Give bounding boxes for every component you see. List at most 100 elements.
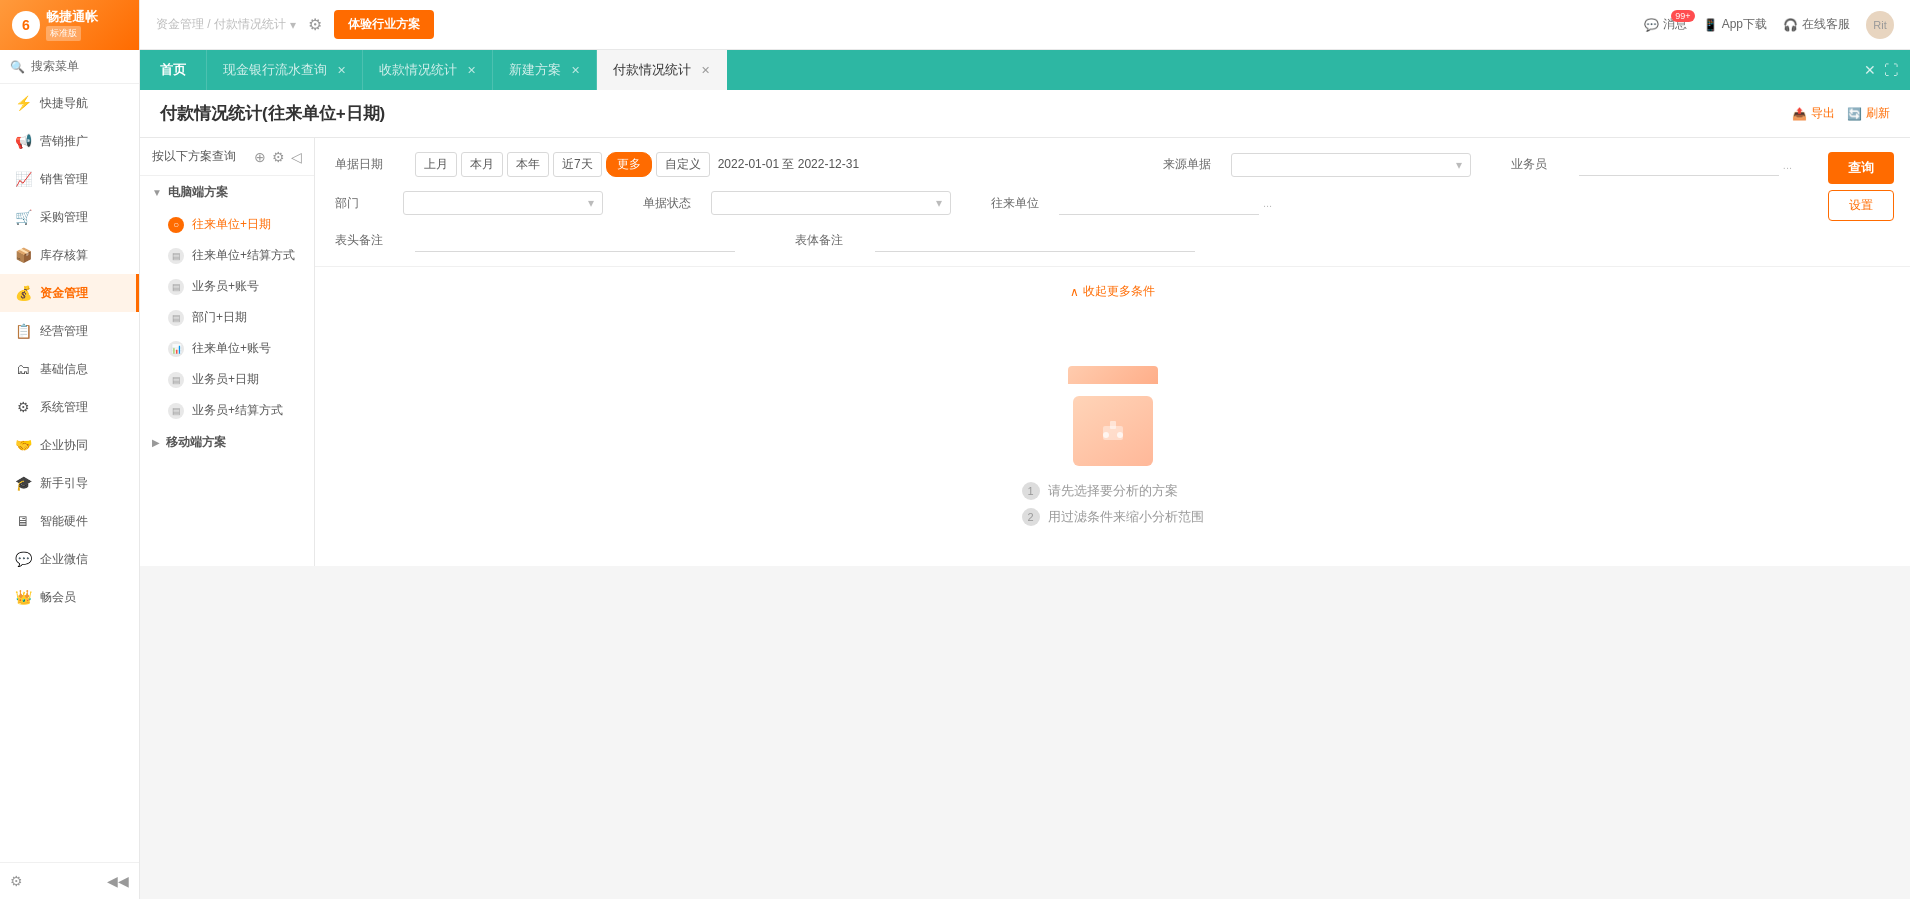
date-btn-custom[interactable]: 自定义 [656, 152, 710, 177]
partner-input-group: ... [1059, 192, 1272, 215]
scheme-item-salesperson-date[interactable]: ▤ 业务员+日期 [140, 364, 314, 395]
scheme-category-desktop[interactable]: ▼ 电脑端方案 [140, 176, 314, 209]
partner-dots[interactable]: ... [1263, 197, 1272, 209]
tab-new-scheme[interactable]: 新建方案 ✕ [493, 50, 597, 90]
footer-settings-icon[interactable]: ⚙ [10, 873, 23, 889]
refresh-icon: 🔄 [1847, 107, 1862, 121]
wechat-icon: 💬 [14, 550, 32, 568]
topbar-message[interactable]: 💬 消息 99+ [1644, 16, 1687, 33]
date-btn-last-month[interactable]: 上月 [415, 152, 457, 177]
refresh-btn[interactable]: 🔄 刷新 [1847, 105, 1890, 122]
scheme-item-partner-settlement[interactable]: ▤ 往来单位+结算方式 [140, 240, 314, 271]
sidebar-item-capital[interactable]: 💰 资金管理 [0, 274, 139, 312]
user-avatar[interactable]: Rit [1866, 11, 1894, 39]
page-header: 付款情况统计(往来单位+日期) 📤 导出 🔄 刷新 [140, 90, 1910, 138]
sidebar-item-system[interactable]: ⚙ 系统管理 [0, 388, 139, 426]
sidebar-item-marketing[interactable]: 📢 营销推广 [0, 122, 139, 160]
tab-close-all-icon[interactable]: ✕ [1864, 62, 1876, 78]
sidebar-item-collab[interactable]: 🤝 企业协同 [0, 426, 139, 464]
topbar-online-service[interactable]: 🎧 在线客服 [1783, 16, 1850, 33]
scheme-category-mobile[interactable]: ▶ 移动端方案 [140, 426, 314, 459]
salesperson-field: 业务员 ... [1511, 153, 1792, 176]
breadcrumb-path: 资金管理 / 付款情况统计 [156, 16, 286, 33]
trial-btn[interactable]: 体验行业方案 [334, 10, 434, 39]
scheme-add-icon[interactable]: ⊕ [254, 149, 266, 165]
sidebar-item-basic[interactable]: 🗂 基础信息 [0, 350, 139, 388]
tab-payment-close[interactable]: ✕ [701, 64, 710, 77]
salesperson-input[interactable] [1579, 153, 1779, 176]
date-btn-last-7[interactable]: 近7天 [553, 152, 602, 177]
scheme-item-salesperson-account[interactable]: ▤ 业务员+账号 [140, 271, 314, 302]
inventory-icon: 📦 [14, 246, 32, 264]
collapse-icon: ∧ [1070, 285, 1079, 299]
scheme-item-icon-table2: ▤ [168, 279, 184, 295]
search-menu-btn[interactable]: 🔍 搜索菜单 [10, 58, 129, 75]
source-select[interactable]: ▾ [1231, 153, 1471, 177]
export-btn[interactable]: 📤 导出 [1792, 105, 1835, 122]
sidebar-footer: ⚙ ◀◀ [0, 862, 139, 899]
sidebar-search-section[interactable]: 🔍 搜索菜单 [0, 50, 139, 84]
sidebar-item-label: 快捷导航 [40, 95, 88, 112]
date-btn-more[interactable]: 更多 [606, 152, 652, 177]
topbar-gear-icon[interactable]: ⚙ [308, 15, 322, 34]
scheme-item-label: 业务员+结算方式 [192, 402, 283, 419]
source-label: 来源单据 [1163, 156, 1223, 173]
tab-bank[interactable]: 现金银行流水查询 ✕ [207, 50, 363, 90]
desktop-category-label: 电脑端方案 [168, 184, 228, 201]
query-btn[interactable]: 查询 [1828, 152, 1894, 184]
empty-state: 1 请先选择要分析的方案 2 用过滤条件来缩小分析范围 [1022, 356, 1204, 526]
sidebar-item-hardware[interactable]: 🖥 智能硬件 [0, 502, 139, 540]
sidebar-item-sales[interactable]: 📈 销售管理 [0, 160, 139, 198]
tab-maximize-icon[interactable]: ⛶ [1884, 62, 1898, 78]
scheme-collapse-icon[interactable]: ◁ [291, 149, 302, 165]
scheme-item-label: 部门+日期 [192, 309, 247, 326]
sidebar-item-purchase[interactable]: 🛒 采购管理 [0, 198, 139, 236]
scheme-item-label: 往来单位+结算方式 [192, 247, 295, 264]
setting-btn[interactable]: 设置 [1828, 190, 1894, 221]
sidebar-item-inventory[interactable]: 📦 库存核算 [0, 236, 139, 274]
collapse-more-btn[interactable]: ∧ 收起更多条件 [1070, 275, 1155, 308]
sidebar-item-label: 营销推广 [40, 133, 88, 150]
partner-input[interactable] [1059, 192, 1259, 215]
sidebar-item-label: 系统管理 [40, 399, 88, 416]
scheme-item-partner-date[interactable]: ○ 往来单位+日期 [140, 209, 314, 240]
scheme-item-partner-account[interactable]: 📊 往来单位+账号 [140, 333, 314, 364]
date-btn-this-year[interactable]: 本年 [507, 152, 549, 177]
scheme-item-dept-date[interactable]: ▤ 部门+日期 [140, 302, 314, 333]
tab-home[interactable]: 首页 [140, 50, 207, 90]
sidebar-collapse-icon[interactable]: ◀◀ [107, 873, 129, 889]
scheme-item-icon-table5: ▤ [168, 403, 184, 419]
body-note-input[interactable] [875, 229, 1195, 252]
service-icon: 🎧 [1783, 18, 1798, 32]
capital-icon: 💰 [14, 284, 32, 302]
header-note-input[interactable] [415, 229, 735, 252]
filter-right-fields: 来源单据 ▾ 业务员 [1163, 153, 1792, 177]
partner-field: 往来单位 ... [991, 192, 1272, 215]
sidebar-item-wechat[interactable]: 💬 企业微信 [0, 540, 139, 578]
page-header-actions: 📤 导出 🔄 刷新 [1792, 105, 1890, 122]
sidebar-item-member[interactable]: 👑 畅会员 [0, 578, 139, 616]
export-label: 导出 [1811, 105, 1835, 122]
source-select-arrow: ▾ [1456, 158, 1462, 172]
salesperson-dots[interactable]: ... [1783, 159, 1792, 171]
empty-hint-1: 1 请先选择要分析的方案 [1022, 482, 1204, 500]
tab-receivable-close[interactable]: ✕ [467, 64, 476, 77]
voucher-status-select[interactable]: ▾ [711, 191, 951, 215]
tab-new-scheme-close[interactable]: ✕ [571, 64, 580, 77]
sidebar-item-quick-nav[interactable]: ⚡ 快捷导航 [0, 84, 139, 122]
department-select[interactable]: ▾ [403, 191, 603, 215]
hint-text-2: 用过滤条件来缩小分析范围 [1048, 508, 1204, 526]
tab-receivable[interactable]: 收款情况统计 ✕ [363, 50, 493, 90]
topbar-app-download[interactable]: 📱 App下载 [1703, 16, 1767, 33]
sidebar-item-guide[interactable]: 🎓 新手引导 [0, 464, 139, 502]
scheme-settings-icon[interactable]: ⚙ [272, 149, 285, 165]
sidebar-item-label: 企业协同 [40, 437, 88, 454]
tab-bank-close[interactable]: ✕ [337, 64, 346, 77]
date-btn-this-month[interactable]: 本月 [461, 152, 503, 177]
tab-payment[interactable]: 付款情况统计 ✕ [597, 50, 727, 90]
app-logo: 6 [12, 11, 40, 39]
body-note-label: 表体备注 [795, 232, 855, 249]
voucher-status-arrow: ▾ [936, 196, 942, 210]
scheme-item-salesperson-settlement[interactable]: ▤ 业务员+结算方式 [140, 395, 314, 426]
sidebar-item-operation[interactable]: 📋 经营管理 [0, 312, 139, 350]
